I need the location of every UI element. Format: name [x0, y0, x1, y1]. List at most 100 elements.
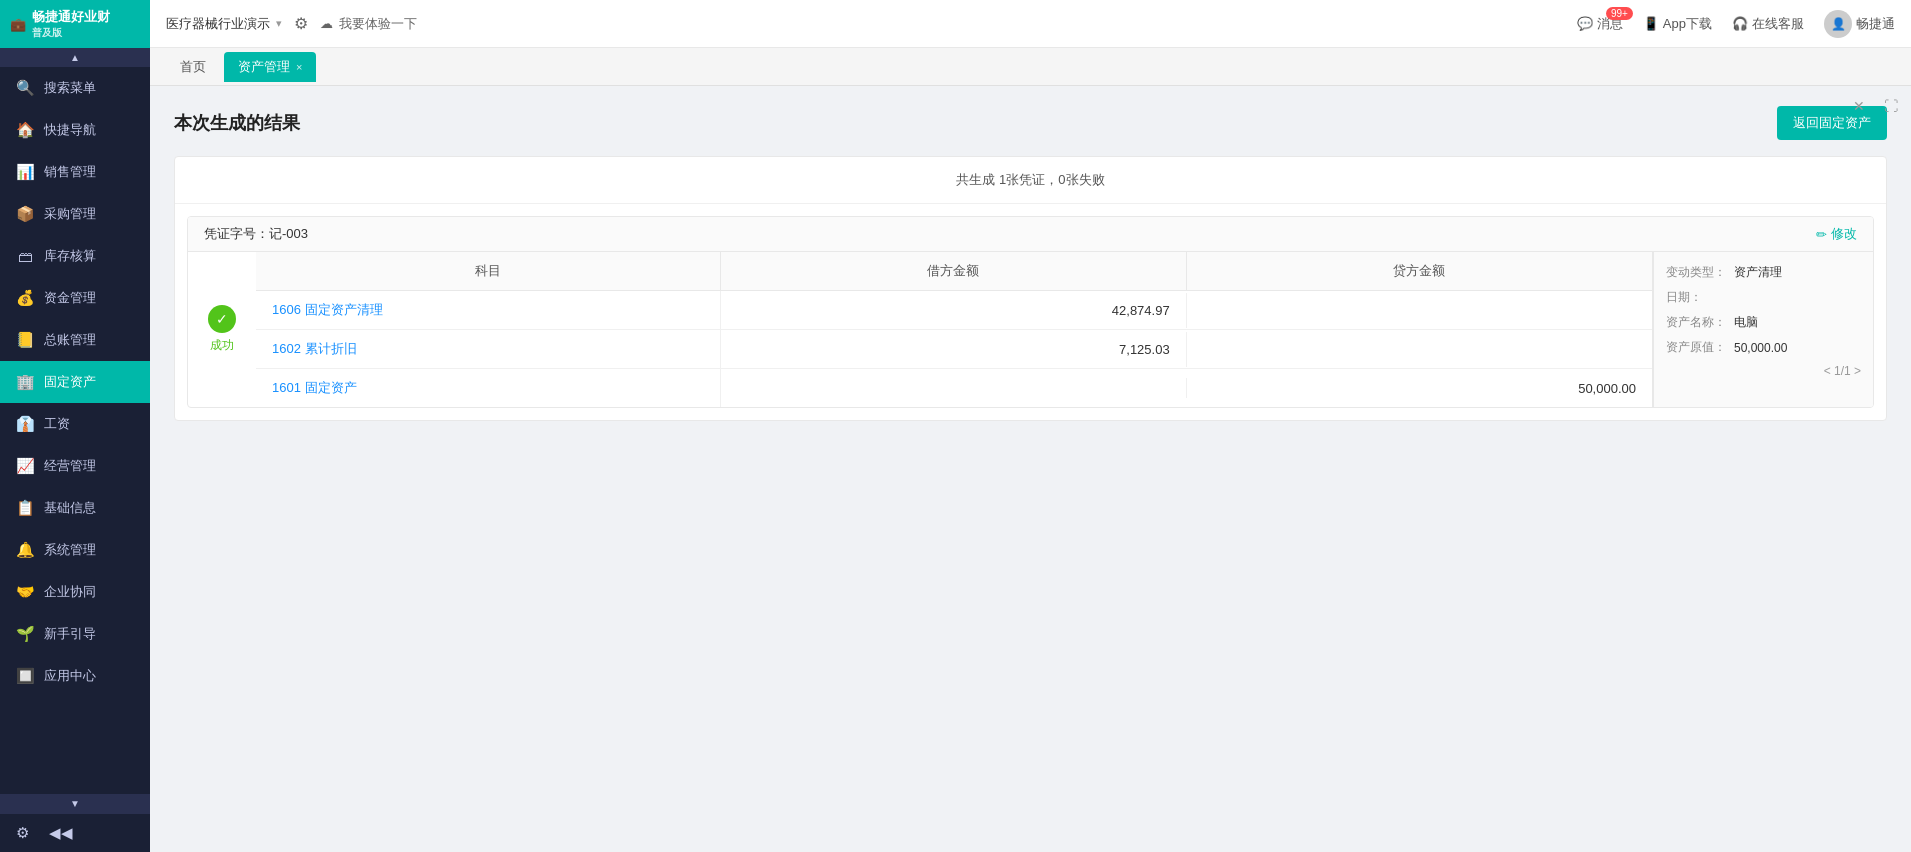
- sidebar-footer: ⚙ ◀◀: [0, 813, 150, 852]
- sidebar: 💼 畅捷通好业财 普及版 ▲ 🔍搜索菜单🏠快捷导航📊销售管理📦采购管理 🗃 库存核算…: [0, 0, 150, 852]
- sidebar-item-inventory[interactable]: 🗃 库存核算: [0, 235, 150, 277]
- sidebar-item-label: 应用中心: [44, 667, 96, 685]
- phone-icon: 📱: [1643, 16, 1659, 31]
- tab-home[interactable]: 首页: [166, 52, 220, 82]
- voucher-sidebar-panel: 变动类型： 资产清理 日期： 资产名称： 电脑 资产原值：: [1653, 252, 1873, 407]
- sidebar-item-label: 资金管理: [44, 289, 96, 307]
- sidebar-item-app-center[interactable]: 🔲应用中心: [0, 655, 150, 697]
- sidebar-nav: 🔍搜索菜单🏠快捷导航📊销售管理📦采购管理 🗃 库存核算 💰资金管理 📒 总账管理 🏢 固定资产…: [0, 67, 150, 794]
- user-label: 畅捷通: [1856, 15, 1895, 33]
- result-panel: 共生成 1张凭证，0张失败 凭证字号：记-003 ✏ 修改 ✓ 成功: [174, 156, 1887, 421]
- experience-button[interactable]: ☁ 我要体验一下: [320, 15, 417, 33]
- sidebar-item-quick-nav[interactable]: 🏠快捷导航: [0, 109, 150, 151]
- system-icon: 🔔: [16, 541, 34, 559]
- success-icon: ✓: [208, 305, 236, 333]
- sidebar-scroll-up[interactable]: ▲: [0, 48, 150, 67]
- asset-name-label: 资产名称：: [1666, 314, 1726, 331]
- sidebar-item-guide[interactable]: 🌱 新手引导: [0, 613, 150, 655]
- collapse-icon[interactable]: ◀◀: [49, 824, 73, 842]
- panel-controls: ✕ ⛶: [1847, 94, 1903, 118]
- pagination[interactable]: < 1/1 >: [1666, 364, 1861, 378]
- sidebar-item-label: 经营管理: [44, 457, 96, 475]
- cell-subject[interactable]: 1602 累计折旧: [256, 330, 721, 368]
- sidebar-item-sales[interactable]: 📊销售管理: [0, 151, 150, 193]
- table-row: 1601 固定资产 50,000.00: [256, 369, 1652, 407]
- app-download-button[interactable]: 📱 App下载: [1643, 15, 1712, 33]
- company-selector[interactable]: 医疗器械行业演示 ▾: [166, 15, 282, 33]
- sidebar-scroll-down[interactable]: ▼: [0, 794, 150, 813]
- tabbar: 首页 资产管理 ×: [150, 48, 1911, 86]
- user-menu[interactable]: 👤 畅捷通: [1824, 10, 1895, 38]
- cell-debit: 42,874.97: [721, 293, 1186, 328]
- sidebar-item-fixed-assets[interactable]: 🏢 固定资产: [0, 361, 150, 403]
- operations-icon: 📈: [16, 457, 34, 475]
- guide-icon: 🌱: [16, 625, 34, 643]
- change-type-label: 变动类型：: [1666, 264, 1726, 281]
- tab-active-label: 资产管理: [238, 58, 290, 76]
- sidebar-item-label: 总账管理: [44, 331, 96, 349]
- sidebar-item-label: 工资: [44, 415, 70, 433]
- edit-voucher-button[interactable]: ✏ 修改: [1816, 225, 1857, 243]
- sidebar-item-system[interactable]: 🔔 系统管理: [0, 529, 150, 571]
- payroll-icon: 👔: [16, 415, 34, 433]
- notifications-badge: 99+: [1606, 7, 1633, 20]
- topbar-right: 💬 消息 99+ 📱 App下载 🎧 在线客服 👤 畅捷通: [1577, 10, 1895, 38]
- chevron-down-icon: ▾: [276, 17, 282, 30]
- tab-close-icon[interactable]: ×: [296, 61, 302, 73]
- ledger-icon: 📒: [16, 331, 34, 349]
- app-download-label: App下载: [1663, 15, 1712, 33]
- notifications-button[interactable]: 💬 消息 99+: [1577, 15, 1623, 33]
- app-version: 普及版: [32, 26, 110, 40]
- cell-subject[interactable]: 1606 固定资产清理: [256, 291, 721, 329]
- asset-name-row: 资产名称： 电脑: [1666, 314, 1861, 331]
- change-type-value: 资产清理: [1734, 264, 1782, 281]
- purchase-icon: 📦: [16, 205, 34, 223]
- search-icon: 🔍: [16, 79, 34, 97]
- edit-label: 修改: [1831, 225, 1857, 243]
- page-title: 本次生成的结果: [174, 111, 300, 135]
- voucher-body: ✓ 成功 科目 借方金额 贷方金额 1606 固定资产清理 42,874.97: [188, 252, 1873, 407]
- cell-subject[interactable]: 1601 固定资产: [256, 369, 721, 407]
- success-indicator: ✓ 成功: [188, 252, 256, 407]
- sidebar-item-label: 新手引导: [44, 625, 96, 643]
- cloud-icon: ☁: [320, 16, 333, 31]
- expand-panel-button[interactable]: ⛶: [1879, 94, 1903, 118]
- asset-original-value-label: 资产原值：: [1666, 339, 1726, 356]
- close-panel-button[interactable]: ✕: [1847, 94, 1871, 118]
- sidebar-item-label: 系统管理: [44, 541, 96, 559]
- inventory-icon: 🗃: [16, 248, 34, 265]
- voucher-table: 科目 借方金额 贷方金额 1606 固定资产清理 42,874.97 1602 …: [256, 252, 1653, 407]
- topbar: 医疗器械行业演示 ▾ ⚙ ☁ 我要体验一下 💬 消息 99+ 📱 App下载 🎧…: [150, 0, 1911, 48]
- cell-credit: [1187, 300, 1652, 320]
- online-service-button[interactable]: 🎧 在线客服: [1732, 15, 1804, 33]
- tab-asset-management[interactable]: 资产管理 ×: [224, 52, 316, 82]
- cell-credit: [1187, 339, 1652, 359]
- fixed-assets-icon: 🏢: [16, 373, 34, 391]
- app-name: 畅捷通好业财: [32, 8, 110, 26]
- col-subject: 科目: [256, 252, 721, 290]
- main-area: 医疗器械行业演示 ▾ ⚙ ☁ 我要体验一下 💬 消息 99+ 📱 App下载 🎧…: [150, 0, 1911, 852]
- col-credit: 贷方金额: [1187, 252, 1652, 290]
- app-logo: 💼 畅捷通好业财 普及版: [0, 0, 150, 48]
- sidebar-item-operations[interactable]: 📈 经营管理: [0, 445, 150, 487]
- sidebar-item-enterprise[interactable]: 🤝企业协同: [0, 571, 150, 613]
- online-service-label: 在线客服: [1752, 15, 1804, 33]
- sidebar-item-basic-info[interactable]: 📋基础信息: [0, 487, 150, 529]
- sidebar-item-ledger[interactable]: 📒 总账管理: [0, 319, 150, 361]
- sidebar-item-label: 库存核算: [44, 247, 96, 265]
- company-name: 医疗器械行业演示: [166, 15, 270, 33]
- voucher-header: 凭证字号：记-003 ✏ 修改: [188, 217, 1873, 252]
- settings-icon[interactable]: ⚙: [16, 824, 29, 842]
- sidebar-item-label: 固定资产: [44, 373, 96, 391]
- sidebar-item-payroll[interactable]: 👔 工资: [0, 403, 150, 445]
- voucher-number: 凭证字号：记-003: [204, 225, 308, 243]
- date-row: 日期：: [1666, 289, 1861, 306]
- experience-label: 我要体验一下: [339, 15, 417, 33]
- success-label: 成功: [210, 337, 234, 354]
- sidebar-item-purchase[interactable]: 📦采购管理: [0, 193, 150, 235]
- sidebar-item-search[interactable]: 🔍搜索菜单: [0, 67, 150, 109]
- avatar: 👤: [1824, 10, 1852, 38]
- sidebar-item-finance[interactable]: 💰资金管理: [0, 277, 150, 319]
- gear-icon[interactable]: ⚙: [294, 14, 308, 33]
- sidebar-item-label: 销售管理: [44, 163, 96, 181]
